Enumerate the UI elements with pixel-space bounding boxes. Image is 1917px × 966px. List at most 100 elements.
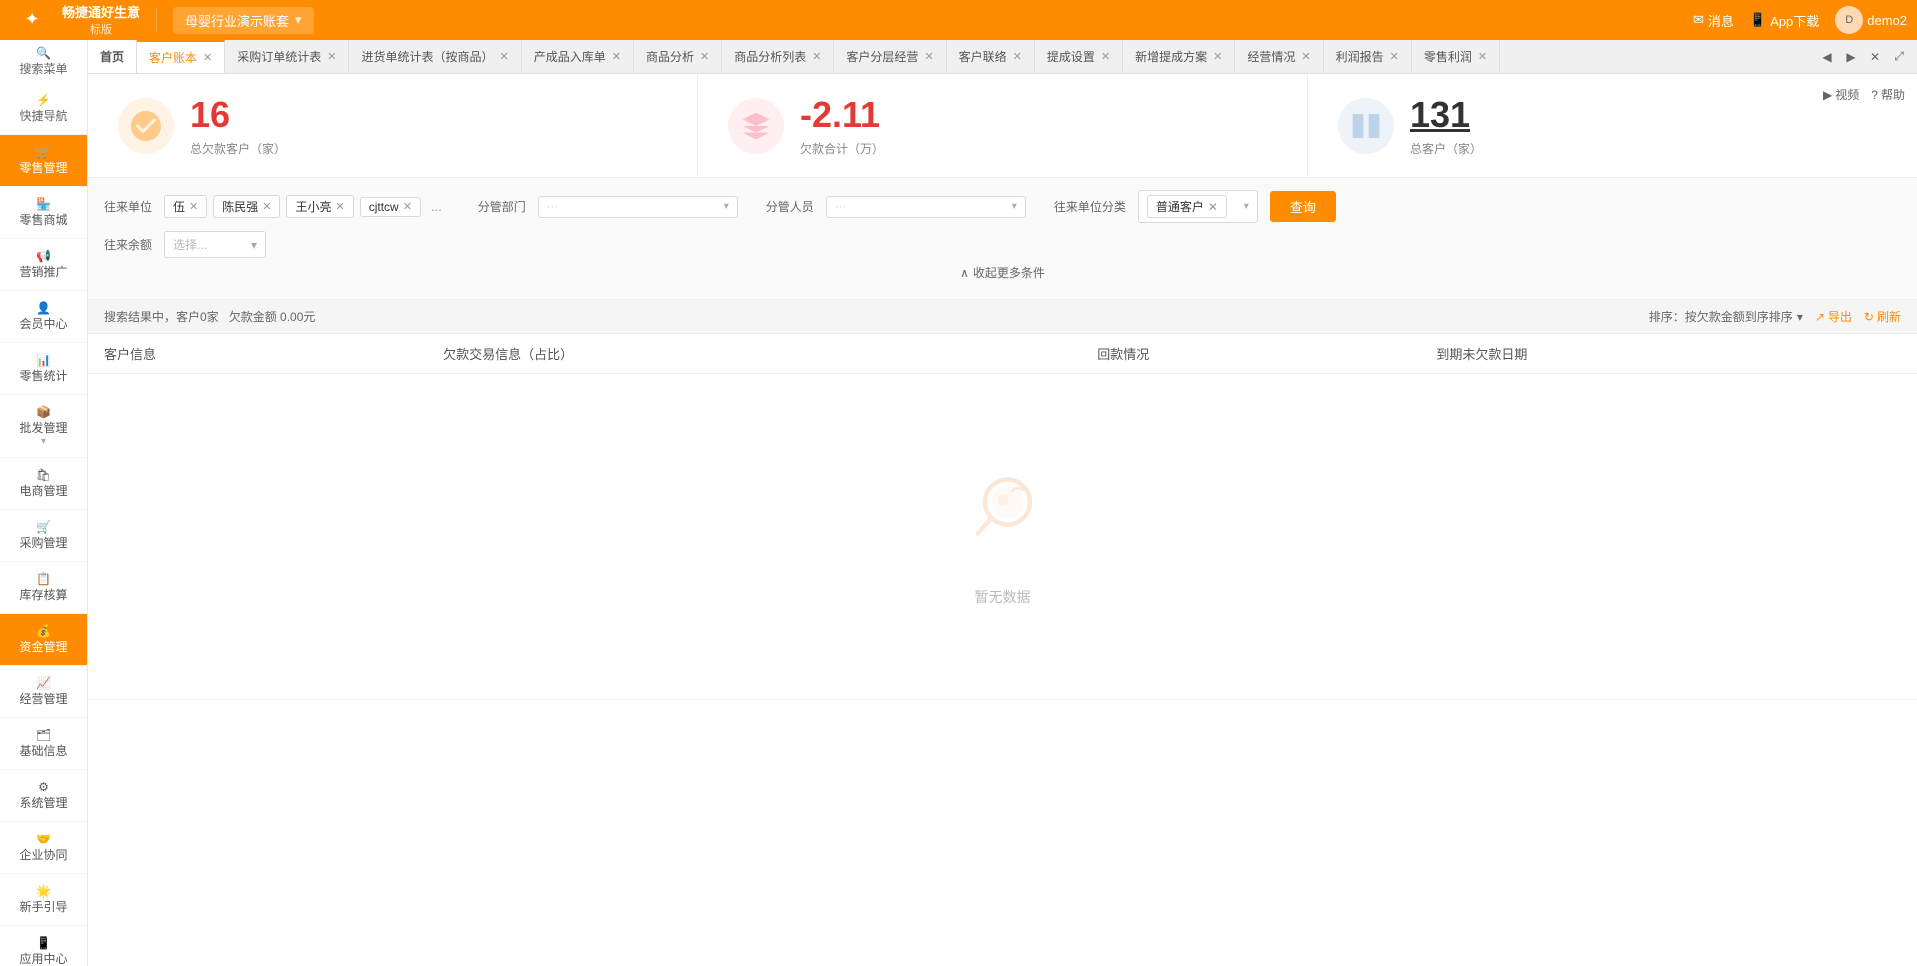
tab-new-promotion[interactable]: 新增提成方案 ✕ bbox=[1123, 40, 1235, 74]
tab-profit-report[interactable]: 利润报告 ✕ bbox=[1324, 40, 1412, 74]
store-selector[interactable]: 母婴行业演示账套 ▾ bbox=[173, 7, 314, 34]
tab-close-promotion-settings[interactable]: ✕ bbox=[1101, 50, 1110, 63]
filter-dept-more-dots: ··· bbox=[547, 201, 558, 213]
collapse-btn[interactable]: ∧ 收起更多条件 bbox=[104, 258, 1901, 287]
sidebar-item-ecommerce[interactable]: 🛍 电商管理 bbox=[0, 458, 87, 510]
col-header-due-date: 到期未欠款日期 bbox=[1420, 334, 1917, 374]
filter-unit-type-select[interactable]: 普通客户 ✕ ▾ bbox=[1138, 190, 1258, 223]
sidebar-item-retail-mgmt[interactable]: 🛒 零售管理 bbox=[0, 135, 87, 187]
tab-home[interactable]: 首页 bbox=[88, 40, 137, 74]
message-btn[interactable]: ✉ 消息 bbox=[1693, 11, 1734, 30]
sidebar-item-system[interactable]: ⚙ 系统管理 bbox=[0, 770, 87, 822]
tab-close-inbound-stats[interactable]: ✕ bbox=[500, 50, 509, 63]
sidebar-item-wholesale[interactable]: 📦 批发管理 ▾ bbox=[0, 395, 87, 458]
help-btn[interactable]: ? 帮助 bbox=[1871, 86, 1905, 103]
tab-customer-contact[interactable]: 客户联络 ✕ bbox=[947, 40, 1035, 74]
filter-dept-label: 分管部门 bbox=[478, 198, 526, 215]
sidebar-item-basic-info[interactable]: 🗂 基础信息 bbox=[0, 718, 87, 770]
sidebar-quick-nav[interactable]: ⚡ 快捷导航 bbox=[0, 83, 87, 135]
stat-number-customers: 16 bbox=[190, 94, 286, 136]
tab-customer-tier[interactable]: 客户分层经营 ✕ bbox=[834, 40, 946, 74]
sidebar-item-enterprise-coop[interactable]: 🤝 企业协同 bbox=[0, 822, 87, 874]
tab-close-profit-report[interactable]: ✕ bbox=[1390, 50, 1399, 63]
filter-unit-tags: 伍 ✕ 陈民强 ✕ 王小亮 ✕ bbox=[164, 195, 446, 218]
tab-controls: ◀ ▶ ✕ ⤢ bbox=[1809, 47, 1917, 67]
sidebar-item-retail-shop[interactable]: 🏪 零售商城 bbox=[0, 187, 87, 239]
expand-icon: ▾ bbox=[41, 436, 46, 447]
tab-close-all[interactable]: ✕ bbox=[1865, 47, 1885, 67]
result-actions: 排序：按欠款金额到序排序 ▾ ↗ 导出 ↻ 刷新 bbox=[1649, 308, 1901, 325]
unit-type-arrow-icon: ▾ bbox=[1244, 201, 1249, 212]
sidebar-search[interactable]: 🔍 搜索菜单 bbox=[0, 40, 87, 83]
tab-close-customer-account[interactable]: ✕ bbox=[203, 51, 212, 64]
filter-row-2: 往来余额 选择... ▾ bbox=[104, 231, 1901, 258]
col-header-repayment: 回款情况 bbox=[1081, 334, 1420, 374]
result-info: 搜索结果中，客户0家 欠款金额 0.00元 bbox=[104, 308, 315, 325]
empty-state-cell: 暂无数据 bbox=[88, 374, 1917, 700]
filter-person-select[interactable]: ··· ▾ bbox=[826, 196, 1026, 218]
sidebar-item-retail-stats[interactable]: 📊 零售统计 bbox=[0, 343, 87, 395]
tab-product-list[interactable]: 商品分析列表 ✕ bbox=[722, 40, 834, 74]
tab-purchase-order[interactable]: 采购订单统计表 ✕ bbox=[225, 40, 349, 74]
tag-close-chen[interactable]: ✕ bbox=[262, 200, 271, 213]
sidebar-item-finance[interactable]: 💰 资金管理 bbox=[0, 614, 87, 666]
tab-close-business-info[interactable]: ✕ bbox=[1301, 50, 1310, 63]
nav-icon: ⚡ bbox=[36, 93, 51, 107]
query-button[interactable]: 查询 bbox=[1270, 191, 1336, 222]
filter-unit-type-label: 往来单位分类 bbox=[1054, 198, 1126, 215]
tab-maximize[interactable]: ⤢ bbox=[1889, 47, 1909, 67]
tab-close-customer-tier[interactable]: ✕ bbox=[924, 50, 933, 63]
sidebar: 🔍 搜索菜单 ⚡ 快捷导航 🛒 零售管理 🏪 零售商城 📢 营销推广 👤 bbox=[0, 40, 88, 966]
refresh-btn[interactable]: ↻ 刷新 bbox=[1864, 308, 1901, 325]
tab-close-product-list[interactable]: ✕ bbox=[812, 50, 821, 63]
export-icon: ↗ bbox=[1815, 310, 1825, 324]
tab-close-product-analysis[interactable]: ✕ bbox=[700, 50, 709, 63]
filter-dept-select[interactable]: ··· ▾ bbox=[538, 196, 738, 218]
play-icon: ▶ bbox=[1823, 88, 1832, 102]
tab-inbound-stats[interactable]: 进货单统计表（按商品） ✕ bbox=[349, 40, 521, 74]
tab-customer-account[interactable]: 客户账本 ✕ bbox=[137, 40, 225, 74]
person-arrow-icon: ▾ bbox=[1012, 201, 1017, 212]
stat-values-total: 131 总客户（家） bbox=[1410, 94, 1482, 157]
sidebar-item-member[interactable]: 👤 会员中心 bbox=[0, 291, 87, 343]
tag-close-wu[interactable]: ✕ bbox=[189, 200, 198, 213]
filter-unit-type-tag: 普通客户 ✕ bbox=[1147, 195, 1227, 218]
debt-icon bbox=[728, 98, 784, 154]
sort-select[interactable]: 排序：按欠款金额到序排序 ▾ bbox=[1649, 308, 1803, 325]
filter-balance-select[interactable]: 选择... ▾ bbox=[164, 231, 266, 258]
logo-icon: ✦ bbox=[10, 0, 54, 42]
sidebar-item-purchase[interactable]: 🛒 采购管理 bbox=[0, 510, 87, 562]
empty-state: 暂无数据 bbox=[104, 386, 1901, 687]
tab-scroll-left[interactable]: ◀ bbox=[1817, 47, 1837, 67]
tab-business-info[interactable]: 经营情况 ✕ bbox=[1235, 40, 1323, 74]
tab-product-analysis[interactable]: 商品分析 ✕ bbox=[634, 40, 722, 74]
top-bar: ✦ 畅捷通好生意 标版 母婴行业演示账套 ▾ ✉ 消息 📱 App下载 bbox=[0, 0, 1917, 40]
avatar: D bbox=[1835, 6, 1863, 34]
tab-close-new-promotion[interactable]: ✕ bbox=[1213, 50, 1222, 63]
filter-tag-cjttcw: cjttcw ✕ bbox=[360, 197, 421, 217]
tab-close-retail-profit[interactable]: ✕ bbox=[1478, 50, 1487, 63]
app-download-btn[interactable]: 📱 App下载 bbox=[1750, 11, 1819, 30]
tab-retail-profit[interactable]: 零售利润 ✕ bbox=[1412, 40, 1500, 74]
tab-promotion-settings[interactable]: 提成设置 ✕ bbox=[1035, 40, 1123, 74]
sidebar-item-app-center[interactable]: 📱 应用中心 bbox=[0, 926, 87, 966]
tab-product-in[interactable]: 产成品入库单 ✕ bbox=[522, 40, 634, 74]
tab-scroll-right[interactable]: ▶ bbox=[1841, 47, 1861, 67]
user-menu[interactable]: D demo2 bbox=[1835, 6, 1907, 34]
tag-close-cjttcw[interactable]: ✕ bbox=[403, 200, 412, 213]
tab-close-customer-contact[interactable]: ✕ bbox=[1013, 50, 1022, 63]
tab-close-purchase-order[interactable]: ✕ bbox=[327, 50, 336, 63]
sidebar-item-inventory[interactable]: 📋 库存核算 bbox=[0, 562, 87, 614]
tab-close-product-in[interactable]: ✕ bbox=[612, 50, 621, 63]
message-icon: ✉ bbox=[1693, 12, 1704, 28]
store-name: 母婴行业演示账套 bbox=[185, 11, 289, 30]
sidebar-item-marketing[interactable]: 📢 营销推广 bbox=[0, 239, 87, 291]
filter-unit-more[interactable]: ... bbox=[427, 197, 446, 216]
export-btn[interactable]: ↗ 导出 bbox=[1815, 308, 1852, 325]
sidebar-item-operations[interactable]: 📈 经营管理 bbox=[0, 666, 87, 718]
video-help-btn[interactable]: ▶ 视频 bbox=[1823, 86, 1859, 103]
search-icon: 🔍 bbox=[36, 46, 51, 60]
sidebar-item-new-guide[interactable]: 🌟 新手引导 bbox=[0, 874, 87, 926]
tag-close-unit-type[interactable]: ✕ bbox=[1208, 200, 1218, 214]
tag-close-wang[interactable]: ✕ bbox=[336, 200, 345, 213]
